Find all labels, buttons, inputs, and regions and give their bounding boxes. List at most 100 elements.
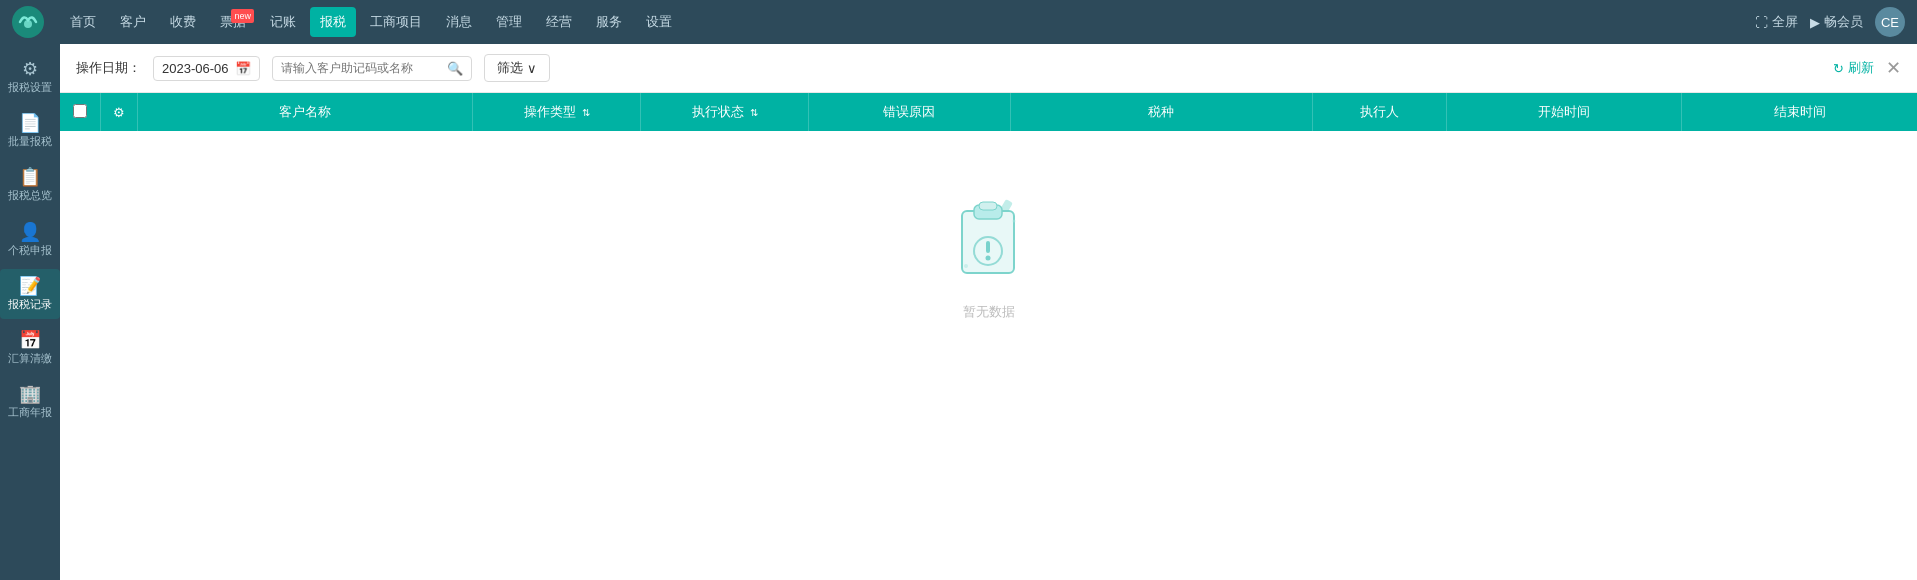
th-exec-status[interactable]: 执行状态 ⇅ (641, 93, 809, 131)
calendar-icon: 📅 (235, 61, 251, 76)
table-header: ⚙ 客户名称 操作类型 ⇅ 执行状态 ⇅ 错误原因 (60, 93, 1917, 131)
sidebar-item-汇算清缴[interactable]: 📅 汇算清缴 (0, 323, 60, 373)
sidebar-icon-报税记录: 📝 (19, 277, 41, 295)
toolbar: 操作日期： 2023-06-06 📅 🔍 筛选 ∨ ↻ 刷新 ✕ (60, 44, 1917, 93)
th-exec-status-label: 执行状态 (692, 104, 744, 119)
nav-item-消息[interactable]: 消息 (436, 7, 482, 37)
sidebar-label-批量报税: 批量报税 (8, 135, 52, 148)
nav-item-首页[interactable]: 首页 (60, 7, 106, 37)
th-executor: 执行人 (1312, 93, 1446, 131)
nav-item-报税[interactable]: 报税 (310, 7, 356, 37)
sidebar-item-报税总览[interactable]: 📋 报税总览 (0, 160, 60, 210)
empty-state: 暂无数据 (60, 131, 1917, 381)
th-executor-label: 执行人 (1360, 104, 1399, 119)
sidebar-label-工商年报: 工商年报 (8, 406, 52, 419)
nav-items: 首页客户收费票据new记账报税工商项目消息管理经营服务设置 (60, 7, 1755, 37)
th-tax-type-label: 税种 (1148, 104, 1174, 119)
search-icon[interactable]: 🔍 (447, 61, 463, 76)
date-label: 操作日期： (76, 59, 141, 77)
nav-item-票据[interactable]: 票据new (210, 7, 256, 37)
svg-point-11 (1012, 220, 1015, 223)
sidebar-icon-工商年报: 🏢 (19, 385, 41, 403)
fullscreen-button[interactable]: ⛶ 全屏 (1755, 13, 1798, 31)
sidebar-label-报税总览: 报税总览 (8, 189, 52, 202)
svg-rect-8 (986, 241, 990, 253)
th-error-label: 错误原因 (883, 104, 935, 119)
filter-label: 筛选 (497, 59, 523, 77)
top-nav-right: ⛶ 全屏 ▶ 畅会员 CE (1755, 7, 1905, 37)
vip-button[interactable]: ▶ 畅会员 (1810, 13, 1863, 31)
sidebar-icon-汇算清缴: 📅 (19, 331, 41, 349)
sidebar-icon-报税总览: 📋 (19, 168, 41, 186)
sidebar-icon-个税申报: 👤 (19, 223, 41, 241)
th-end-time-label: 结束时间 (1774, 104, 1826, 119)
nav-item-客户[interactable]: 客户 (110, 7, 156, 37)
date-input[interactable]: 2023-06-06 📅 (153, 56, 260, 81)
sort-icon-op-type: ⇅ (582, 107, 590, 118)
empty-icon (944, 191, 1034, 291)
th-op-type[interactable]: 操作类型 ⇅ (473, 93, 641, 131)
nav-badge-票据: new (231, 9, 254, 23)
refresh-icon: ↻ (1833, 61, 1844, 76)
th-end-time: 结束时间 (1682, 93, 1917, 131)
toolbar-right: ↻ 刷新 ✕ (1833, 59, 1901, 77)
table-body: 暂无数据 (60, 131, 1917, 381)
th-client: 客户名称 (137, 93, 473, 131)
empty-state-text: 暂无数据 (963, 303, 1015, 321)
sidebar-item-个税申报[interactable]: 👤 个税申报 (0, 215, 60, 265)
nav-item-工商项目[interactable]: 工商项目 (360, 7, 432, 37)
top-nav: 首页客户收费票据new记账报税工商项目消息管理经营服务设置 ⛶ 全屏 ▶ 畅会员… (0, 0, 1917, 44)
header-row: ⚙ 客户名称 操作类型 ⇅ 执行状态 ⇅ 错误原因 (60, 93, 1917, 131)
date-value: 2023-06-06 (162, 61, 229, 76)
vip-label: 畅会员 (1824, 13, 1863, 31)
svg-point-1 (24, 20, 32, 28)
th-checkbox (60, 93, 100, 131)
chevron-down-icon: ∨ (527, 61, 537, 76)
sidebar-icon-报税设置: ⚙ (22, 60, 38, 78)
sidebar-label-报税记录: 报税记录 (8, 298, 52, 311)
table-wrap[interactable]: ⚙ 客户名称 操作类型 ⇅ 执行状态 ⇅ 错误原因 (60, 93, 1917, 580)
main-layout: ⚙ 报税设置 📄 批量报税 📋 报税总览 👤 个税申报 📝 报税记录 📅 汇算清缴 🏢 工商年报 操作日期… (0, 44, 1917, 580)
th-start-time: 开始时间 (1447, 93, 1682, 131)
empty-state-row: 暂无数据 (60, 131, 1917, 381)
sidebar-item-批量报税[interactable]: 📄 批量报税 (0, 106, 60, 156)
avatar[interactable]: CE (1875, 7, 1905, 37)
select-all-checkbox[interactable] (73, 104, 87, 118)
data-table: ⚙ 客户名称 操作类型 ⇅ 执行状态 ⇅ 错误原因 (60, 93, 1917, 381)
sort-icon-exec-status: ⇅ (750, 107, 758, 118)
sidebar-label-报税设置: 报税设置 (8, 81, 52, 94)
search-input[interactable] (281, 61, 441, 75)
search-input-wrap[interactable]: 🔍 (272, 56, 472, 81)
refresh-button[interactable]: ↻ 刷新 (1833, 59, 1874, 77)
vip-icon: ▶ (1810, 15, 1820, 30)
svg-point-9 (985, 256, 990, 261)
sidebar-item-报税记录[interactable]: 📝 报税记录 (0, 269, 60, 319)
logo[interactable] (12, 6, 44, 38)
th-settings[interactable]: ⚙ (100, 93, 137, 131)
nav-item-管理[interactable]: 管理 (486, 7, 532, 37)
svg-point-10 (964, 264, 968, 268)
th-tax-type: 税种 (1010, 93, 1312, 131)
fullscreen-label: 全屏 (1772, 13, 1798, 31)
sidebar: ⚙ 报税设置 📄 批量报税 📋 报税总览 👤 个税申报 📝 报税记录 📅 汇算清缴 🏢 工商年报 (0, 44, 60, 580)
th-start-time-label: 开始时间 (1538, 104, 1590, 119)
svg-rect-6 (979, 202, 997, 210)
fullscreen-icon: ⛶ (1755, 15, 1768, 30)
sidebar-icon-批量报税: 📄 (19, 114, 41, 132)
sidebar-item-报税设置[interactable]: ⚙ 报税设置 (0, 52, 60, 102)
sidebar-label-个税申报: 个税申报 (8, 244, 52, 257)
nav-item-服务[interactable]: 服务 (586, 7, 632, 37)
refresh-label: 刷新 (1848, 59, 1874, 77)
nav-item-收费[interactable]: 收费 (160, 7, 206, 37)
th-client-label: 客户名称 (279, 104, 331, 119)
filter-button[interactable]: 筛选 ∨ (484, 54, 550, 82)
th-error: 错误原因 (809, 93, 1011, 131)
nav-item-设置[interactable]: 设置 (636, 7, 682, 37)
nav-item-经营[interactable]: 经营 (536, 7, 582, 37)
sidebar-item-工商年报[interactable]: 🏢 工商年报 (0, 377, 60, 427)
nav-item-记账[interactable]: 记账 (260, 7, 306, 37)
sidebar-label-汇算清缴: 汇算清缴 (8, 352, 52, 365)
close-button[interactable]: ✕ (1886, 59, 1901, 77)
th-op-type-label: 操作类型 (524, 104, 576, 119)
content-area: 操作日期： 2023-06-06 📅 🔍 筛选 ∨ ↻ 刷新 ✕ (60, 44, 1917, 580)
